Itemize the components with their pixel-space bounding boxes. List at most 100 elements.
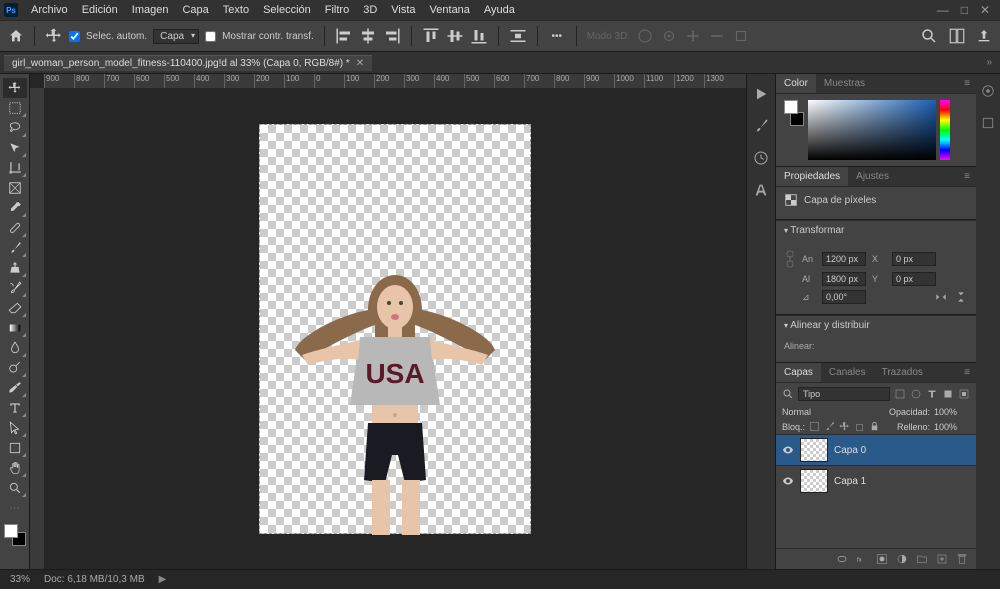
layer-filter-kind[interactable]: Tipo (798, 387, 890, 401)
filter-adjust-icon[interactable] (910, 388, 922, 400)
eyedropper-tool[interactable] (3, 198, 27, 218)
gradient-tool[interactable] (3, 318, 27, 338)
align-middle-v-icon[interactable] (446, 27, 464, 45)
3d-pan-icon[interactable] (684, 27, 702, 45)
bg-color[interactable] (790, 112, 804, 126)
opacity-input[interactable]: 100% (934, 407, 970, 417)
filter-shape-icon[interactable] (942, 388, 954, 400)
search-icon[interactable] (920, 27, 938, 45)
minimize-button[interactable]: — (937, 3, 949, 17)
menu-ayuda[interactable]: Ayuda (477, 4, 522, 16)
tab-channels[interactable]: Canales (821, 363, 874, 382)
menu-capa[interactable]: Capa (175, 4, 215, 16)
y-input[interactable] (892, 272, 936, 286)
visibility-toggle-icon[interactable] (782, 475, 794, 487)
search-icon[interactable] (782, 388, 794, 400)
group-icon[interactable] (916, 553, 928, 565)
frame-tool[interactable] (3, 178, 27, 198)
align-center-h-icon[interactable] (359, 27, 377, 45)
align-bottom-icon[interactable] (470, 27, 488, 45)
healing-tool[interactable] (3, 218, 27, 238)
pen-tool[interactable] (3, 378, 27, 398)
layer-name[interactable]: Capa 0 (834, 445, 866, 456)
tab-overflow-icon[interactable]: » (986, 57, 1000, 68)
menu-ventana[interactable]: Ventana (423, 4, 477, 16)
align-section[interactable]: Alinear y distribuir (776, 315, 976, 335)
tab-color[interactable]: Color (776, 74, 816, 93)
menu-archivo[interactable]: Archivo (24, 4, 75, 16)
layer-name[interactable]: Capa 1 (834, 476, 866, 487)
menu-edicion[interactable]: Edición (75, 4, 125, 16)
height-input[interactable] (822, 272, 866, 286)
panel-menu-icon[interactable]: ≡ (958, 363, 976, 382)
type-tool[interactable] (3, 398, 27, 418)
workspace-icon[interactable] (948, 27, 966, 45)
3d-scale-icon[interactable] (732, 27, 750, 45)
panel-menu-icon[interactable]: ≡ (958, 74, 976, 93)
share-icon[interactable] (976, 28, 992, 44)
3d-roll-icon[interactable] (660, 27, 678, 45)
blur-tool[interactable] (3, 338, 27, 358)
layer-thumbnail[interactable] (800, 469, 828, 493)
link-icon[interactable] (784, 250, 796, 268)
distribute-icon[interactable] (509, 27, 527, 45)
foreground-background-swatch[interactable] (4, 524, 26, 546)
blend-mode-select[interactable]: Normal (782, 407, 885, 417)
align-left-icon[interactable] (335, 27, 353, 45)
delete-layer-icon[interactable] (956, 553, 968, 565)
path-select-tool[interactable] (3, 418, 27, 438)
new-layer-icon[interactable] (936, 553, 948, 565)
hand-tool[interactable] (3, 458, 27, 478)
close-button[interactable]: ✕ (980, 3, 990, 17)
group-layer-dropdown[interactable]: Capa (153, 29, 199, 44)
filter-smart-icon[interactable] (958, 388, 970, 400)
fill-input[interactable]: 100% (934, 422, 970, 432)
adjustment-icon[interactable] (896, 553, 908, 565)
doc-size[interactable]: Doc: 6,18 MB/10,3 MB (44, 574, 145, 585)
canvas[interactable]: USA (44, 88, 746, 569)
color-swatch-pair[interactable] (784, 100, 804, 126)
lock-artboard-icon[interactable] (854, 421, 865, 432)
link-layers-icon[interactable] (836, 553, 848, 565)
lock-position-icon[interactable] (839, 421, 850, 432)
history-brush-tool[interactable] (3, 278, 27, 298)
brush-presets-icon[interactable] (753, 118, 769, 134)
align-right-icon[interactable] (383, 27, 401, 45)
lock-brush-icon[interactable] (824, 421, 835, 432)
align-top-icon[interactable] (422, 27, 440, 45)
foreground-color-swatch[interactable] (4, 524, 18, 538)
document-close-icon[interactable]: ✕ (356, 58, 364, 69)
width-input[interactable] (822, 252, 866, 266)
home-icon[interactable] (8, 28, 24, 44)
marquee-tool[interactable] (3, 98, 27, 118)
panel-menu-icon[interactable]: ≡ (958, 167, 976, 186)
menu-imagen[interactable]: Imagen (125, 4, 176, 16)
edit-toolbar-icon[interactable]: ⋯ (3, 498, 27, 518)
filter-type-icon[interactable] (926, 388, 938, 400)
eraser-tool[interactable] (3, 298, 27, 318)
libraries-icon[interactable] (981, 116, 995, 130)
quick-select-tool[interactable] (3, 138, 27, 158)
lock-pixels-icon[interactable] (809, 421, 820, 432)
status-menu-icon[interactable]: ▶ (159, 574, 167, 585)
menu-vista[interactable]: Vista (384, 4, 422, 16)
layer-thumbnail[interactable] (800, 438, 828, 462)
mask-icon[interactable] (876, 553, 888, 565)
layer-item-0[interactable]: Capa 0 (776, 434, 976, 465)
3d-orbit-icon[interactable] (636, 27, 654, 45)
menu-seleccion[interactable]: Selección (256, 4, 318, 16)
zoom-level[interactable]: 33% (10, 574, 30, 585)
lasso-tool[interactable] (3, 118, 27, 138)
brush-tool[interactable] (3, 238, 27, 258)
tab-adjustments[interactable]: Ajustes (848, 167, 897, 186)
shape-tool[interactable] (3, 438, 27, 458)
transform-section[interactable]: Transformar (776, 220, 976, 240)
more-options-icon[interactable]: ••• (548, 27, 566, 45)
transform-controls-checkbox[interactable] (205, 31, 216, 42)
3d-slide-icon[interactable] (708, 27, 726, 45)
filter-pixel-icon[interactable] (894, 388, 906, 400)
hue-slider[interactable] (940, 100, 950, 160)
tab-properties[interactable]: Propiedades (776, 167, 848, 186)
tab-paths[interactable]: Trazados (874, 363, 931, 382)
tab-swatches[interactable]: Muestras (816, 74, 873, 93)
